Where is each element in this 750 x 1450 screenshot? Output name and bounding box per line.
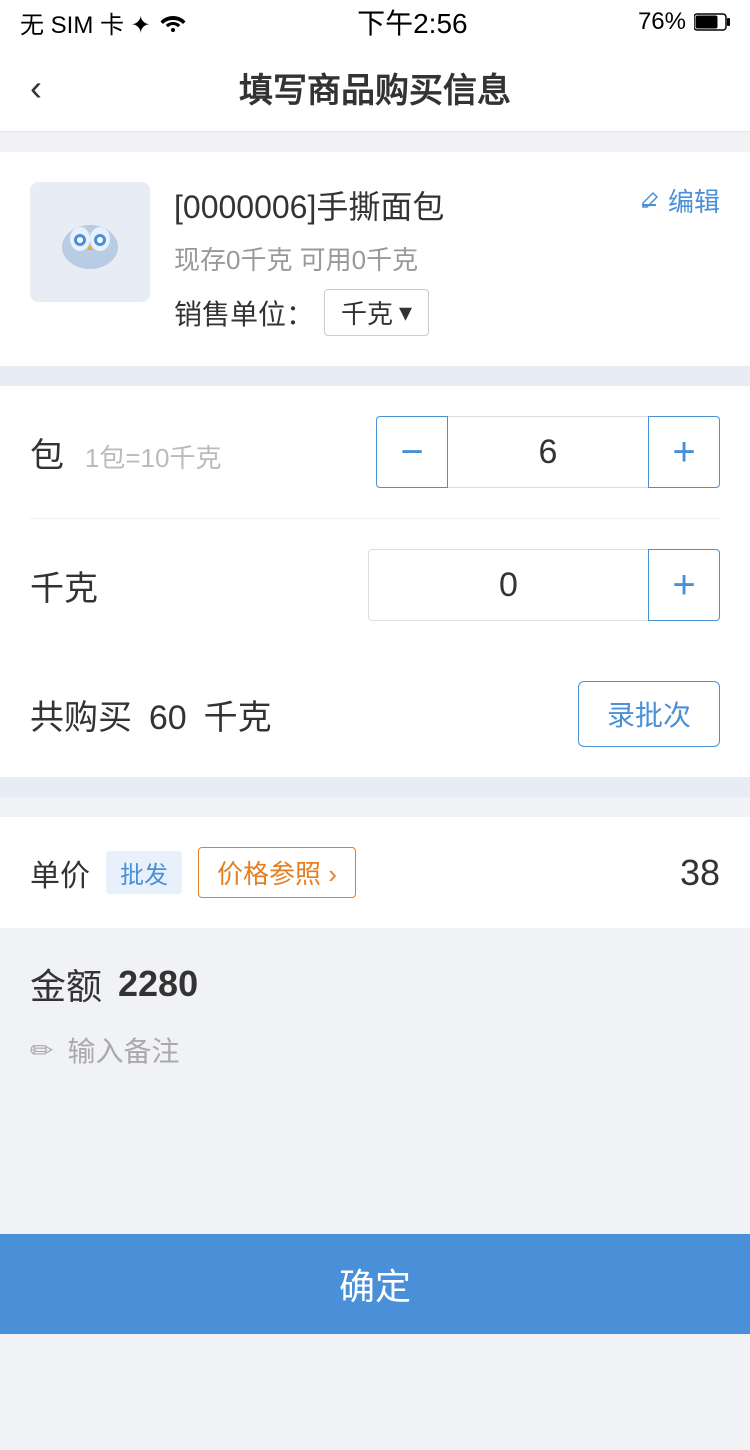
product-name: [0000006]手撕面包 [174,182,444,228]
unit-select[interactable]: 千克 ▾ [324,289,429,336]
decrement-bao-button[interactable]: − [376,416,448,488]
divider-1 [0,366,750,386]
status-time: 下午2:56 [357,2,468,42]
total-text: 共购买 60 千克 [30,690,272,739]
quantity-kg-input[interactable] [368,549,648,621]
price-value: 38 [680,852,720,894]
total-row: 共购买 60 千克 录批次 [0,651,750,777]
back-button[interactable]: ‹ [30,67,42,109]
product-unit: 销售单位： 千克 ▾ [174,289,720,336]
product-image [30,182,150,302]
quantity-label-kg: 千克 [30,561,98,610]
amount-section: 金额 2280 ✏ 输入备注 [0,928,750,1100]
owl-logo-icon [55,207,125,277]
confirm-button[interactable]: 确定 [0,1234,750,1334]
nav-title: 填写商品购买信息 [239,63,511,112]
note-row[interactable]: ✏ 输入备注 [30,1030,720,1070]
quantity-controls-bao: − + [376,416,720,488]
increment-kg-button[interactable]: + [648,549,720,621]
quantity-row-bao: 包 1包=10千克 − + [30,386,720,519]
divider-2 [0,777,750,797]
quantity-row-kg: 千克 + [30,519,720,651]
quantity-controls-kg: + [368,549,720,621]
quantity-label-bao: 包 1包=10千克 [30,428,221,477]
wifi-icon [159,12,187,32]
product-card: [0000006]手撕面包 编辑 现存0千克 可用0千克 销售单位： 千克 ▾ [0,152,750,366]
amount-label: 金额 [30,958,102,1010]
status-right: 76% [638,8,730,36]
price-section: 单价 批发 价格参照 › 38 [0,817,750,928]
product-stock: 现存0千克 可用0千克 [174,240,720,277]
batch-button[interactable]: 录批次 [578,681,720,747]
increment-bao-button[interactable]: + [648,416,720,488]
price-ref-button[interactable]: 价格参照 › [198,847,356,898]
status-bar: 无 SIM 卡 ✦ 下午2:56 76% [0,0,750,44]
edit-button[interactable]: 编辑 [640,182,720,219]
battery-level: 76% [638,8,686,36]
battery-icon [694,13,730,31]
amount-row: 金额 2280 [30,958,720,1010]
status-left: 无 SIM 卡 ✦ [20,5,187,40]
quantity-section: 包 1包=10千克 − + 千克 + [0,386,750,651]
edit-icon [640,190,662,212]
nav-bar: ‹ 填写商品购买信息 [0,44,750,132]
amount-value: 2280 [118,963,198,1005]
product-info: [0000006]手撕面包 编辑 现存0千克 可用0千克 销售单位： 千克 ▾ [174,182,720,336]
price-label: 单价 [30,851,90,895]
quantity-bao-input[interactable] [448,416,648,488]
price-tag-wholesale: 批发 [106,851,182,894]
sim-status: 无 SIM 卡 ✦ [20,5,151,40]
pencil-icon: ✏ [30,1034,53,1067]
price-row: 单价 批发 价格参照 › 38 [30,847,720,898]
note-placeholder: 输入备注 [67,1030,179,1070]
